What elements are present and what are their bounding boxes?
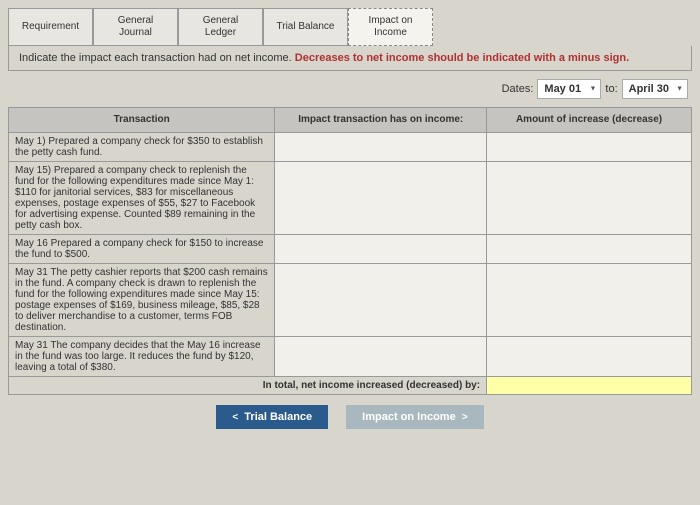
nav-row: < Trial Balance Impact on Income > xyxy=(8,405,692,429)
transaction-cell: May 31 The petty cashier reports that $2… xyxy=(9,264,275,337)
instruction-panel: Indicate the impact each transaction had… xyxy=(8,46,692,71)
tab-requirement[interactable]: Requirement xyxy=(8,8,93,46)
transaction-cell: May 15) Prepared a company check to repl… xyxy=(9,162,275,235)
next-button-label: Impact on Income xyxy=(362,411,456,423)
instruction-text: Indicate the impact each transaction had… xyxy=(19,52,295,64)
transaction-cell: May 31 The company decides that the May … xyxy=(9,337,275,377)
dates-label: Dates: xyxy=(502,83,534,95)
impact-input[interactable] xyxy=(275,235,487,264)
tab-bar: Requirement General Journal General Ledg… xyxy=(8,8,692,46)
header-amount: Amount of increase (decrease) xyxy=(487,108,692,133)
date-from-select[interactable]: May 01 xyxy=(537,79,601,99)
amount-input[interactable] xyxy=(487,162,692,235)
impact-input[interactable] xyxy=(275,337,487,377)
table-row: May 1) Prepared a company check for $350… xyxy=(9,133,692,162)
impact-input[interactable] xyxy=(275,162,487,235)
date-from-value: May 01 xyxy=(544,83,581,95)
amount-input[interactable] xyxy=(487,235,692,264)
income-impact-table: Transaction Impact transaction has on in… xyxy=(8,107,692,395)
total-row: In total, net income increased (decrease… xyxy=(9,377,692,395)
tab-trial-balance[interactable]: Trial Balance xyxy=(263,8,348,46)
header-impact: Impact transaction has on income: xyxy=(275,108,487,133)
impact-input[interactable] xyxy=(275,264,487,337)
table-row: May 31 The company decides that the May … xyxy=(9,337,692,377)
dates-row: Dates: May 01 to: April 30 xyxy=(8,71,692,107)
transaction-cell: May 1) Prepared a company check for $350… xyxy=(9,133,275,162)
date-to-select[interactable]: April 30 xyxy=(622,79,688,99)
header-transaction: Transaction xyxy=(9,108,275,133)
table-row: May 31 The petty cashier reports that $2… xyxy=(9,264,692,337)
prev-button[interactable]: < Trial Balance xyxy=(216,405,328,429)
total-input[interactable] xyxy=(487,377,692,395)
amount-input[interactable] xyxy=(487,264,692,337)
tab-general-ledger[interactable]: General Ledger xyxy=(178,8,263,46)
prev-button-label: Trial Balance xyxy=(244,411,312,423)
next-button[interactable]: Impact on Income > xyxy=(346,405,484,429)
chevron-left-icon: < xyxy=(232,412,238,423)
tab-impact-on-income[interactable]: Impact on Income xyxy=(348,8,433,46)
impact-input[interactable] xyxy=(275,133,487,162)
tab-general-journal[interactable]: General Journal xyxy=(93,8,178,46)
amount-input[interactable] xyxy=(487,337,692,377)
chevron-right-icon: > xyxy=(462,412,468,423)
table-row: May 16 Prepared a company check for $150… xyxy=(9,235,692,264)
date-to-value: April 30 xyxy=(629,83,669,95)
dates-to-label: to: xyxy=(605,83,617,95)
total-label: In total, net income increased (decrease… xyxy=(9,377,487,395)
transaction-cell: May 16 Prepared a company check for $150… xyxy=(9,235,275,264)
instruction-emphasis: Decreases to net income should be indica… xyxy=(295,52,629,64)
table-row: May 15) Prepared a company check to repl… xyxy=(9,162,692,235)
amount-input[interactable] xyxy=(487,133,692,162)
